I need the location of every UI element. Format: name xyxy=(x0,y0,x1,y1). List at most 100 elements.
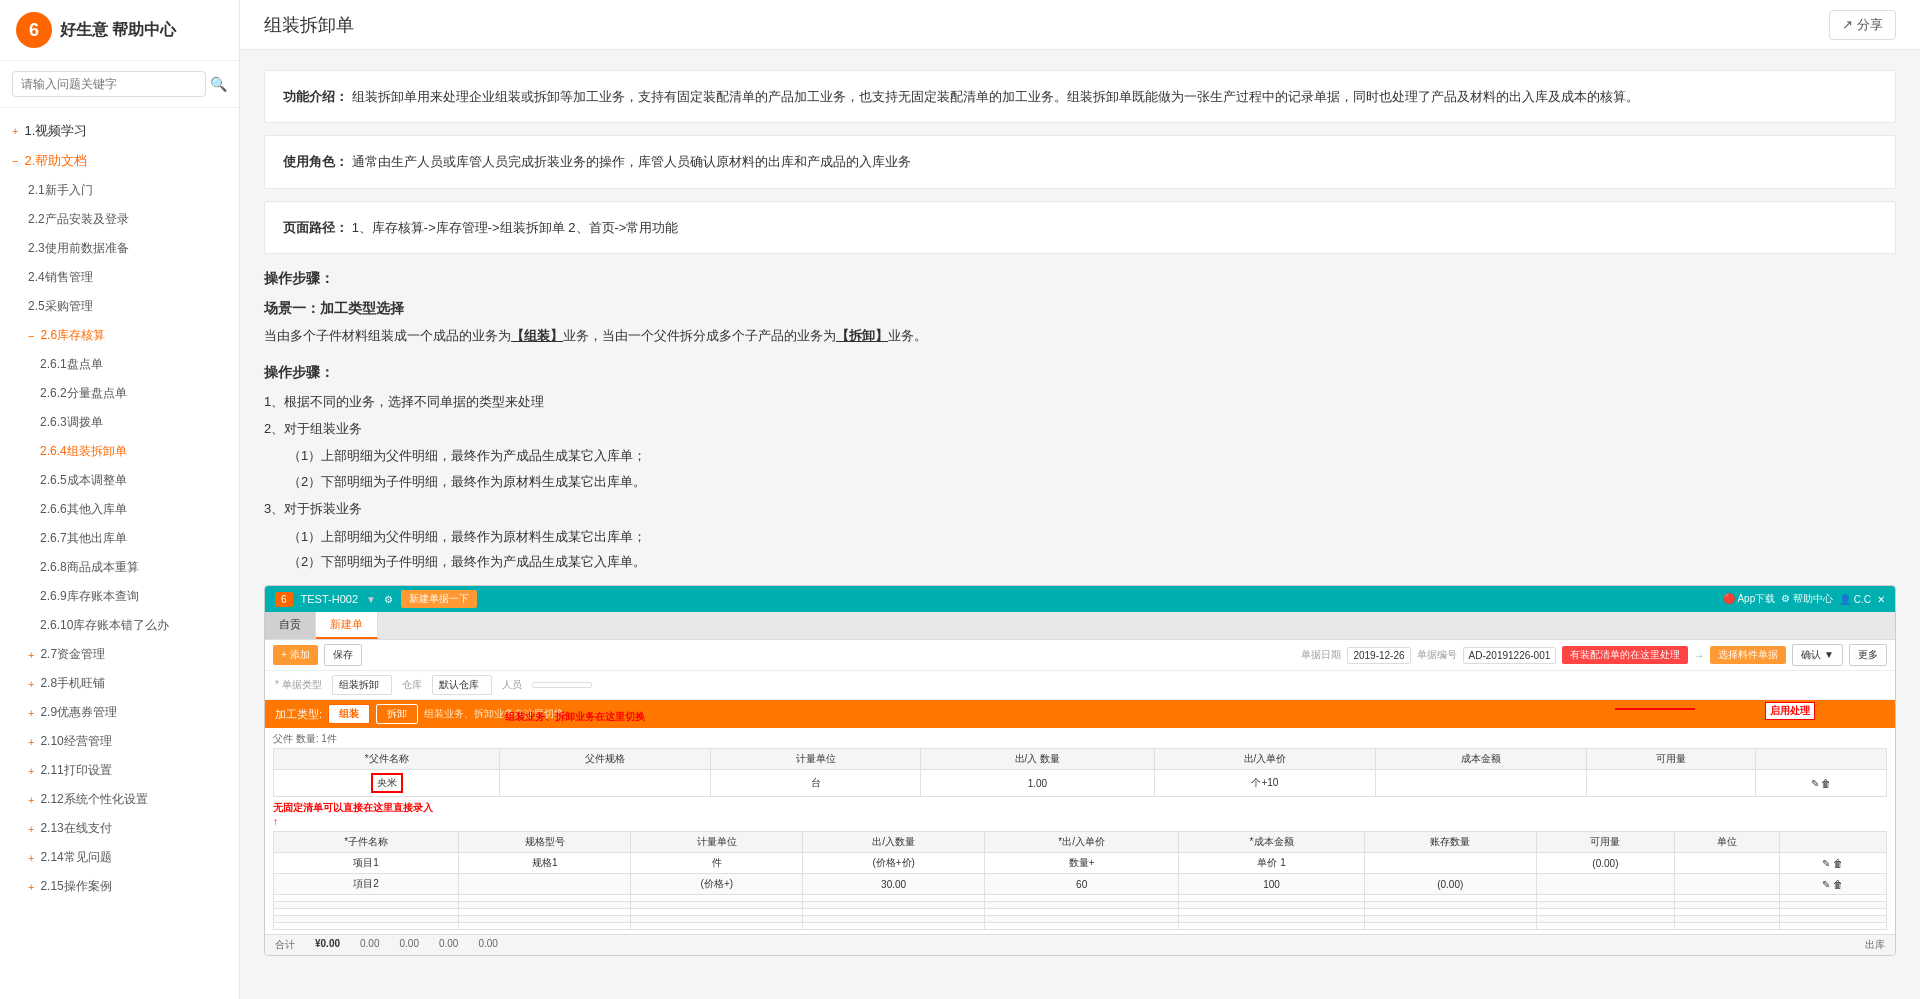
ss-person[interactable] xyxy=(532,682,592,688)
role-block: 使用角色： 通常由生产人员或库管人员完成折装业务的操作，库管人员确认原材料的出库… xyxy=(264,135,1896,188)
ss-assembly-btn[interactable]: 组装 xyxy=(328,704,370,724)
sidebar-item-268[interactable]: 2.6.8商品成本重算 xyxy=(0,553,239,582)
screenshot-container: 6 TEST-H002 ▼ ⚙ 新建单据一下 🔴 App下载 ⚙ 帮助中心 👤 … xyxy=(264,585,1896,956)
content-area: 功能介绍： 组装拆卸单用来处理企业组装或拆卸等加工业务，支持有固定装配清单的产品… xyxy=(240,50,1920,999)
ss-new-btn[interactable]: 新建单据一下 xyxy=(401,590,477,608)
expand-icon: + xyxy=(28,736,34,748)
table-row: 央米 台 1.00 个+10 ✎ 🗑 xyxy=(274,770,1887,797)
ss-num: AD-20191226-001 xyxy=(1463,647,1557,664)
sidebar-item-263[interactable]: 2.6.3调拨单 xyxy=(0,408,239,437)
ss-process-btn[interactable]: 选择料件单据 xyxy=(1710,646,1786,664)
sidebar-item-29[interactable]: + 2.9优惠券管理 xyxy=(0,698,239,727)
sidebar: 6 好生意 帮助中心 🔍 + 1.视频学习 − 2.帮助文档 2.1新手入门 2… xyxy=(0,0,240,999)
sidebar-item-211[interactable]: + 2.11打印设置 xyxy=(0,756,239,785)
scenario1-desc: 当由多个子件材料组装成一个成品的业务为【组装】业务，当由一个父件拆分成多个子产品… xyxy=(264,324,1896,347)
func-intro-text: 组装拆卸单用来处理企业组装或拆卸等加工业务，支持有固定装配清单的产品加工业务，也… xyxy=(352,89,1639,104)
share-icon: ↗ xyxy=(1842,17,1853,32)
step3: 3、对于拆装业务 xyxy=(264,497,1896,520)
page-title: 组装拆卸单 xyxy=(264,13,354,37)
step2: 2、对于组装业务 xyxy=(264,417,1896,440)
ss-top-table: *父件名称 父件规格 计量单位 出/入 数量 出/入单价 成本金额 可用量 xyxy=(273,748,1887,797)
sidebar-item-267[interactable]: 2.6.7其他出库单 xyxy=(0,524,239,553)
sidebar-item-261[interactable]: 2.6.1盘点单 xyxy=(0,350,239,379)
logo-icon: 6 xyxy=(16,12,52,48)
ss-annot-nofixed: 无固定清单可以直接在这里直接录入 xyxy=(273,802,433,813)
sidebar-item-212[interactable]: + 2.12系统个性化设置 xyxy=(0,785,239,814)
logo-text: 好生意 帮助中心 xyxy=(60,20,176,41)
expand-icon: + xyxy=(12,125,18,137)
expand-icon: + xyxy=(28,881,34,893)
step1: 1、根据不同的业务，选择不同单据的类型来处理 xyxy=(264,390,1896,413)
sidebar-item-install[interactable]: 2.2产品安装及登录 xyxy=(0,205,239,234)
sidebar-item-28[interactable]: + 2.8手机旺铺 xyxy=(0,669,239,698)
main-area: 组装拆卸单 ↗ 分享 功能介绍： 组装拆卸单用来处理企业组装或拆卸等加工业务，支… xyxy=(240,0,1920,999)
expand-icon: + xyxy=(28,678,34,690)
sidebar-item-inventory[interactable]: − 2.6库存核算 xyxy=(0,321,239,350)
ss-bottom-table-container: *子件名称 规格型号 计量单位 出/入数量 *出/入单价 *成本金额 账存数量 … xyxy=(265,829,1895,934)
sidebar-item-269[interactable]: 2.6.9库存账本查询 xyxy=(0,582,239,611)
ss-tabs: 自贡 新建单 xyxy=(265,612,1895,640)
path-text: 1、库存核算->库存管理->组装拆卸单 2、首页->常用功能 xyxy=(352,220,679,235)
ss-tab-new[interactable]: 新建单 xyxy=(316,612,378,639)
search-input[interactable] xyxy=(12,71,206,97)
sidebar-item-purchase[interactable]: 2.5采购管理 xyxy=(0,292,239,321)
screenshot-window: 6 TEST-H002 ▼ ⚙ 新建单据一下 🔴 App下载 ⚙ 帮助中心 👤 … xyxy=(265,586,1895,955)
sidebar-item-262[interactable]: 2.6.2分量盘点单 xyxy=(0,379,239,408)
table-row xyxy=(274,923,1887,930)
ss-footer: 合计 ¥0.00 0.00 0.00 0.00 0.00 出库 xyxy=(265,934,1895,955)
step3-sub2: （2）下部明细为子件明细，最终作为产成品生成某它入库单。 xyxy=(264,550,1896,573)
ss-logo: 6 xyxy=(275,592,293,607)
sidebar-item-210[interactable]: + 2.10经营管理 xyxy=(0,727,239,756)
ss-parent-item[interactable]: 央米 xyxy=(371,773,403,793)
path-block: 页面路径： 1、库存核算->库存管理->组装拆卸单 2、首页->常用功能 xyxy=(264,201,1896,254)
ss-top-table-label: 父件 数量: 1件 xyxy=(273,732,1887,746)
ss-window-title: TEST-H002 xyxy=(301,593,358,605)
ss-tab-empty[interactable] xyxy=(378,612,406,639)
sidebar-item-video[interactable]: + 1.视频学习 xyxy=(0,116,239,146)
expand-icon: + xyxy=(28,794,34,806)
ss-tab-zg[interactable]: 自贡 xyxy=(265,612,316,639)
expand-icon: − xyxy=(28,330,34,342)
ss-annot-switch: 组装业务、拆卸业务在这里切换 xyxy=(505,710,645,724)
sidebar-item-213[interactable]: + 2.13在线支付 xyxy=(0,814,239,843)
sidebar-item-helpdoc[interactable]: − 2.帮助文档 xyxy=(0,146,239,176)
ss-disassembly-btn[interactable]: 拆卸 xyxy=(376,704,418,724)
ss-nav-row: + 添加 保存 单据日期 2019-12-26 单据编号 AD-20191226… xyxy=(265,640,1895,671)
sidebar-header: 6 好生意 帮助中心 xyxy=(0,0,239,61)
ss-add-btn[interactable]: + 添加 xyxy=(273,645,318,665)
table-row: 项目1 规格1 件 (价格+价) 数量+ 单价 1 (0.00) ✎ 🗑 xyxy=(274,853,1887,874)
sidebar-item-214[interactable]: + 2.14常见问题 xyxy=(0,843,239,872)
search-icon[interactable]: 🔍 xyxy=(210,76,227,92)
sidebar-item-dataprep[interactable]: 2.3使用前数据准备 xyxy=(0,234,239,263)
sidebar-item-27[interactable]: + 2.7资金管理 xyxy=(0,640,239,669)
expand-icon: + xyxy=(28,707,34,719)
ss-type[interactable]: 组装拆卸 xyxy=(332,675,392,695)
table-row xyxy=(274,909,1887,916)
ss-confirm-btn[interactable]: 确认 ▼ xyxy=(1792,644,1843,666)
sidebar-item-266[interactable]: 2.6.6其他入库单 xyxy=(0,495,239,524)
share-button[interactable]: ↗ 分享 xyxy=(1829,10,1896,40)
sidebar-item-265[interactable]: 2.6.5成本调整单 xyxy=(0,466,239,495)
nav-tree: + 1.视频学习 − 2.帮助文档 2.1新手入门 2.2产品安装及登录 2.3… xyxy=(0,108,239,999)
ss-annot-highlight: 有装配清单的在这里处理 xyxy=(1562,646,1688,664)
sidebar-item-264[interactable]: 2.6.4组装拆卸单 xyxy=(0,437,239,466)
sidebar-item-215[interactable]: + 2.15操作案例 xyxy=(0,872,239,901)
role-text: 通常由生产人员或库管人员完成折装业务的操作，库管人员确认原材料的出库和产成品的入… xyxy=(352,154,911,169)
ss-window-header: 6 TEST-H002 ▼ ⚙ 新建单据一下 🔴 App下载 ⚙ 帮助中心 👤 … xyxy=(265,586,1895,612)
ss-form-row: * 单据类型 组装拆卸 仓库 默认仓库 人员 xyxy=(265,671,1895,700)
ss-save-btn[interactable]: 保存 xyxy=(324,644,362,666)
ss-bottom-table: *子件名称 规格型号 计量单位 出/入数量 *出/入单价 *成本金额 账存数量 … xyxy=(273,831,1887,930)
ss-more-btn[interactable]: 更多 xyxy=(1849,644,1887,666)
step2-sub2: （2）下部明细为子件明细，最终作为原材料生成某它出库单。 xyxy=(264,470,1896,493)
expand-icon: + xyxy=(28,823,34,835)
ss-date: 2019-12-26 xyxy=(1347,647,1410,664)
sidebar-item-newuser[interactable]: 2.1新手入门 xyxy=(0,176,239,205)
sidebar-item-2610[interactable]: 2.6.10库存账本错了么办 xyxy=(0,611,239,640)
table-row xyxy=(274,902,1887,909)
step3-sub1: （1）上部明细为父件明细，最终作为原材料生成某它出库单； xyxy=(264,525,1896,548)
ss-warehouse[interactable]: 默认仓库 xyxy=(432,675,492,695)
role-label: 使用角色： xyxy=(283,154,348,169)
sidebar-item-sales[interactable]: 2.4销售管理 xyxy=(0,263,239,292)
expand-icon: + xyxy=(28,649,34,661)
search-box: 🔍 xyxy=(0,61,239,108)
